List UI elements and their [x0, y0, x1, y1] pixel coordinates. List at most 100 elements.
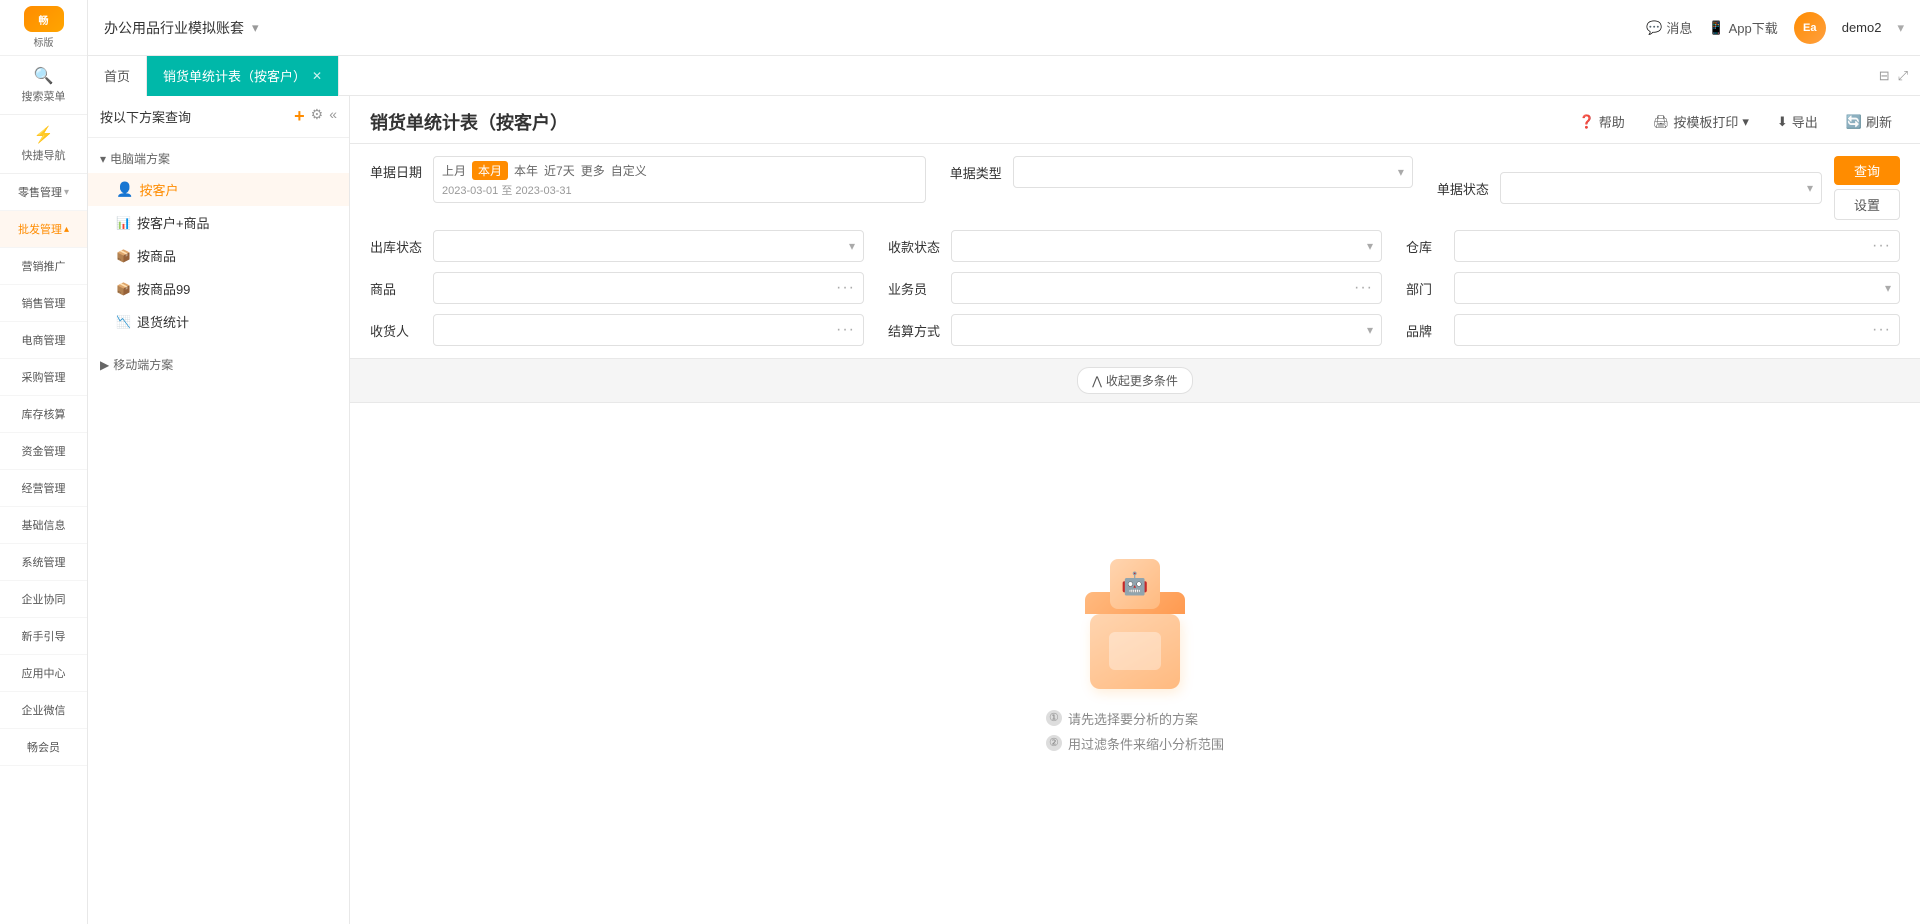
- tab-home[interactable]: 首页: [88, 56, 147, 96]
- industry-title: 办公用品行业模拟账套: [104, 18, 244, 38]
- sidebar-item-member[interactable]: 畅会员: [0, 729, 87, 766]
- goods99-label: 按商品99: [137, 279, 190, 298]
- scheme-return-stats[interactable]: 📉 退货统计: [88, 305, 349, 338]
- date-tab-this-month[interactable]: 本月: [472, 161, 508, 180]
- marketing-label: 营销推广: [22, 258, 66, 274]
- quick-nav-item[interactable]: ⚡ 快捷导航: [0, 115, 87, 174]
- sidebar-item-operations[interactable]: 经营管理: [0, 470, 87, 507]
- robot-face: 🤖: [1121, 571, 1148, 597]
- sidebar-item-inventory[interactable]: 库存核算: [0, 396, 87, 433]
- sales-label: 销售管理: [22, 295, 66, 311]
- department-cell: 部门 ▾: [1394, 272, 1900, 304]
- scheme-collapse-btn[interactable]: «: [329, 106, 337, 127]
- sidebar-item-collab[interactable]: 企业协同: [0, 581, 87, 618]
- receive-status-control[interactable]: ▾: [951, 230, 1382, 262]
- query-button[interactable]: 查询: [1834, 156, 1900, 185]
- sidebar-item-retail[interactable]: 零售管理 ▾: [0, 174, 87, 211]
- logo-subtitle: 标版: [34, 34, 54, 49]
- sidebar-item-appstore[interactable]: 应用中心: [0, 655, 87, 692]
- refresh-btn[interactable]: 🔄 刷新: [1838, 108, 1900, 135]
- sidebar-item-system[interactable]: 系统管理: [0, 544, 87, 581]
- wholesale-arrow: ▴: [64, 224, 69, 235]
- warehouse-control[interactable]: ···: [1454, 230, 1900, 262]
- inventory-label: 库存核算: [22, 406, 66, 422]
- app-download-btn[interactable]: 📱 App下载: [1708, 18, 1777, 37]
- sidebar: 畅 标版 🔍 搜索菜单 ⚡ 快捷导航 零售管理 ▾ 批发管理 ▴ 营销推广 销售…: [0, 0, 88, 924]
- sidebar-item-wechat[interactable]: 企业微信: [0, 692, 87, 729]
- left-panel: 按以下方案查询 + ⚙ « ▾ 电脑端方案 👤 按客户 📊: [88, 96, 350, 924]
- scheme-panel-header: 按以下方案查询 + ⚙ «: [88, 96, 349, 138]
- out-status-arrow: ▾: [849, 239, 855, 253]
- sidebar-item-purchase[interactable]: 采购管理: [0, 359, 87, 396]
- date-range-display: 2023-03-01 至 2023-03-31: [442, 182, 917, 198]
- brand-control[interactable]: ···: [1454, 314, 1900, 346]
- help-icon: ❓: [1579, 114, 1595, 130]
- brand-dots: ···: [1872, 321, 1891, 339]
- print-btn[interactable]: 🖨 按模板打印 ▾: [1645, 108, 1757, 135]
- sidebar-item-guide[interactable]: 新手引导: [0, 618, 87, 655]
- member-label: 畅会员: [27, 739, 60, 755]
- receive-status-label: 收款状态: [888, 237, 943, 256]
- salesman-control[interactable]: ···: [951, 272, 1382, 304]
- date-tab-custom[interactable]: 自定义: [611, 162, 647, 179]
- goods-label: 按商品: [137, 246, 176, 265]
- goods-filter-label: 商品: [370, 279, 425, 298]
- message-label: 消息: [1666, 18, 1692, 37]
- department-control[interactable]: ▾: [1454, 272, 1900, 304]
- date-filter-cell: 单据日期 上月 本月 本年 近7天 更多 自定义 2023-03-01 至 20…: [370, 156, 938, 203]
- out-status-control[interactable]: ▾: [433, 230, 864, 262]
- date-tab-this-year[interactable]: 本年: [514, 162, 538, 179]
- sidebar-item-marketing[interactable]: 营销推广: [0, 248, 87, 285]
- print-label: 按模板打印: [1673, 112, 1738, 131]
- basic-label: 基础信息: [22, 517, 66, 533]
- tabbar-expand[interactable]: ⊟ ⤢: [1867, 68, 1920, 84]
- sidebar-item-finance[interactable]: 资金管理: [0, 433, 87, 470]
- filter-row-2: 出库状态 ▾ 收款状态 ▾ 仓库 ···: [370, 230, 1900, 262]
- sidebar-item-ecommerce[interactable]: 电商管理: [0, 322, 87, 359]
- collapse-btn[interactable]: ⋀ 收起更多条件: [1077, 367, 1193, 394]
- filter-row-1: 单据日期 上月 本月 本年 近7天 更多 自定义 2023-03-01 至 20…: [370, 156, 1900, 220]
- settings-button[interactable]: 设置: [1834, 189, 1900, 220]
- date-tab-last-month[interactable]: 上月: [442, 162, 466, 179]
- scheme-settings-btn[interactable]: ⚙: [311, 106, 324, 127]
- sidebar-item-wholesale[interactable]: 批发管理 ▴: [0, 211, 87, 248]
- recipient-control[interactable]: ···: [433, 314, 864, 346]
- industry-dropdown[interactable]: ▾: [252, 20, 259, 36]
- date-tab-more[interactable]: 更多: [581, 162, 605, 179]
- sidebar-item-sales[interactable]: 销售管理: [0, 285, 87, 322]
- doc-status-arrow: ▾: [1807, 181, 1813, 195]
- scheme-header-label: 按以下方案查询: [100, 107, 191, 126]
- goods-control[interactable]: ···: [433, 272, 864, 304]
- recipient-dots: ···: [836, 321, 855, 339]
- scheme-by-goods[interactable]: 📦 按商品: [88, 239, 349, 272]
- message-btn[interactable]: 💬 消息: [1646, 18, 1692, 37]
- help-btn[interactable]: ❓ 帮助: [1571, 108, 1633, 135]
- doc-type-control[interactable]: ▾: [1013, 156, 1413, 188]
- mobile-scheme-title[interactable]: ▶ 移动端方案: [88, 350, 349, 379]
- date-tab-7days[interactable]: 近7天: [544, 162, 575, 179]
- date-filter-control[interactable]: 上月 本月 本年 近7天 更多 自定义 2023-03-01 至 2023-03…: [433, 156, 926, 203]
- scheme-by-customer[interactable]: 👤 按客户: [88, 173, 349, 206]
- tab-close-icon[interactable]: ✕: [312, 69, 322, 83]
- doc-status-control[interactable]: ▾: [1500, 172, 1822, 204]
- print-dropdown[interactable]: ▾: [1742, 114, 1749, 130]
- search-menu-item[interactable]: 🔍 搜索菜单: [0, 56, 87, 115]
- desktop-scheme-title[interactable]: ▾ 电脑端方案: [88, 144, 349, 173]
- user-avatar[interactable]: Ea: [1794, 12, 1826, 44]
- main-area: 办公用品行业模拟账套 ▾ 💬 消息 📱 App下载 Ea demo2 ▾ 首页 …: [88, 0, 1920, 924]
- tab-sales-stats[interactable]: 销货单统计表（按客户） ✕: [147, 56, 339, 96]
- export-btn[interactable]: ⬇ 导出: [1769, 108, 1826, 135]
- customer-scheme-icon: 👤: [116, 181, 133, 198]
- user-dropdown-arrow[interactable]: ▾: [1897, 20, 1904, 36]
- export-label: 导出: [1792, 112, 1818, 131]
- goods-dots: ···: [836, 279, 855, 297]
- retail-arrow: ▾: [64, 187, 69, 198]
- scheme-customer-goods[interactable]: 📊 按客户+商品: [88, 206, 349, 239]
- add-scheme-btn[interactable]: +: [294, 106, 305, 127]
- scheme-goods-99[interactable]: 📦 按商品99: [88, 272, 349, 305]
- settlement-control[interactable]: ▾: [951, 314, 1382, 346]
- sidebar-item-basic[interactable]: 基础信息: [0, 507, 87, 544]
- username[interactable]: demo2: [1842, 20, 1882, 35]
- filter-row-4: 收货人 ··· 结算方式 ▾ 品牌 ···: [370, 314, 1900, 346]
- page-title: 销货单统计表（按客户）: [370, 109, 568, 135]
